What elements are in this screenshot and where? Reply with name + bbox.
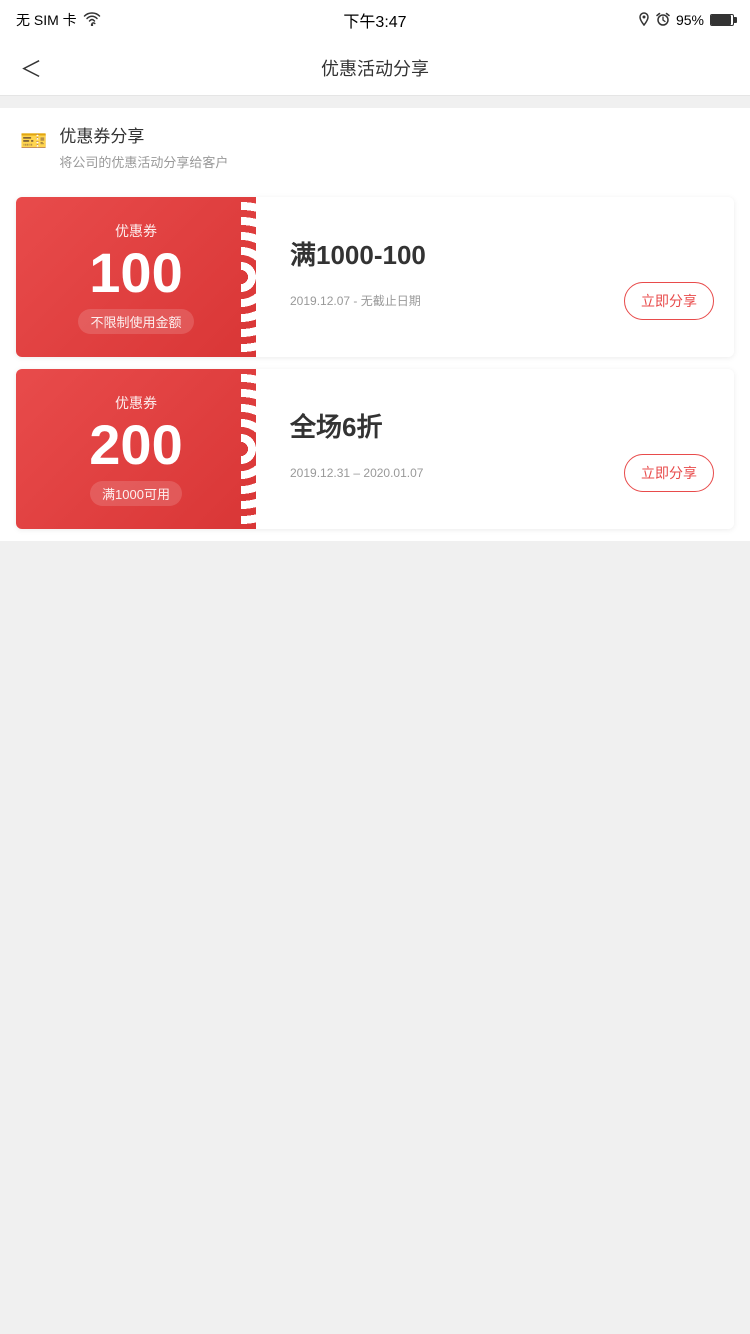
section-title: 优惠券分享 xyxy=(59,126,228,148)
back-button[interactable]: ＜ xyxy=(20,52,42,84)
bottom-fill xyxy=(0,541,750,1101)
coupon-condition-1: 满1000可用 xyxy=(90,481,182,506)
coupon-amount-0: 100 xyxy=(89,245,182,301)
status-time: 下午3:47 xyxy=(343,8,406,32)
coupon-label-1: 优惠券 xyxy=(115,393,157,413)
nav-bar: ＜ 优惠活动分享 xyxy=(0,40,750,96)
coupon-date-1: 2019.12.31 – 2020.01.07 xyxy=(290,466,614,480)
section-gap-top xyxy=(0,96,750,108)
coupon-label-0: 优惠券 xyxy=(115,221,157,241)
status-right: 95% xyxy=(638,12,734,29)
coupon-amount-1: 200 xyxy=(89,417,182,473)
coupon-left-1: 优惠券 200 满1000可用 xyxy=(16,369,256,529)
share-button-1[interactable]: 立即分享 xyxy=(624,454,714,492)
battery-percent: 95% xyxy=(676,12,704,28)
section-text: 优惠券分享 将公司的优惠活动分享给客户 xyxy=(59,126,228,171)
coupon-left-0: 优惠券 100 不限制使用金额 xyxy=(16,197,256,357)
coupon-right-0: 满1000-100 2019.12.07 - 无截止日期 立即分享 xyxy=(270,197,734,357)
coupon-date-0: 2019.12.07 - 无截止日期 xyxy=(290,292,614,309)
coupon-bottom-1: 2019.12.31 – 2020.01.07 立即分享 xyxy=(290,454,714,492)
section-header: 🎫 优惠券分享 将公司的优惠活动分享给客户 xyxy=(0,108,750,185)
coupon-name-1: 全场6折 xyxy=(290,407,714,444)
coupon-card-0: 优惠券 100 不限制使用金额 满1000-100 2019.12.07 - 无… xyxy=(16,197,734,357)
carrier-text: 无 SIM 卡 xyxy=(16,10,77,30)
coupon-right-1: 全场6折 2019.12.31 – 2020.01.07 立即分享 xyxy=(270,369,734,529)
section-icon: 🎫 xyxy=(20,128,47,154)
coupon-list: 优惠券 100 不限制使用金额 满1000-100 2019.12.07 - 无… xyxy=(0,185,750,541)
nav-title: 优惠活动分享 xyxy=(321,55,429,81)
alarm-icon xyxy=(656,12,670,29)
status-bar: 无 SIM 卡 下午3:47 95 xyxy=(0,0,750,40)
coupon-bottom-0: 2019.12.07 - 无截止日期 立即分享 xyxy=(290,282,714,320)
share-button-0[interactable]: 立即分享 xyxy=(624,282,714,320)
coupon-name-0: 满1000-100 xyxy=(290,235,714,272)
coupon-card-1: 优惠券 200 满1000可用 全场6折 2019.12.31 – 2020.0… xyxy=(16,369,734,529)
section-subtitle: 将公司的优惠活动分享给客户 xyxy=(59,152,228,171)
location-icon xyxy=(638,12,650,29)
coupon-condition-0: 不限制使用金额 xyxy=(78,309,193,334)
status-left: 无 SIM 卡 xyxy=(16,10,101,30)
wifi-icon xyxy=(83,12,101,29)
battery-icon xyxy=(710,14,734,26)
